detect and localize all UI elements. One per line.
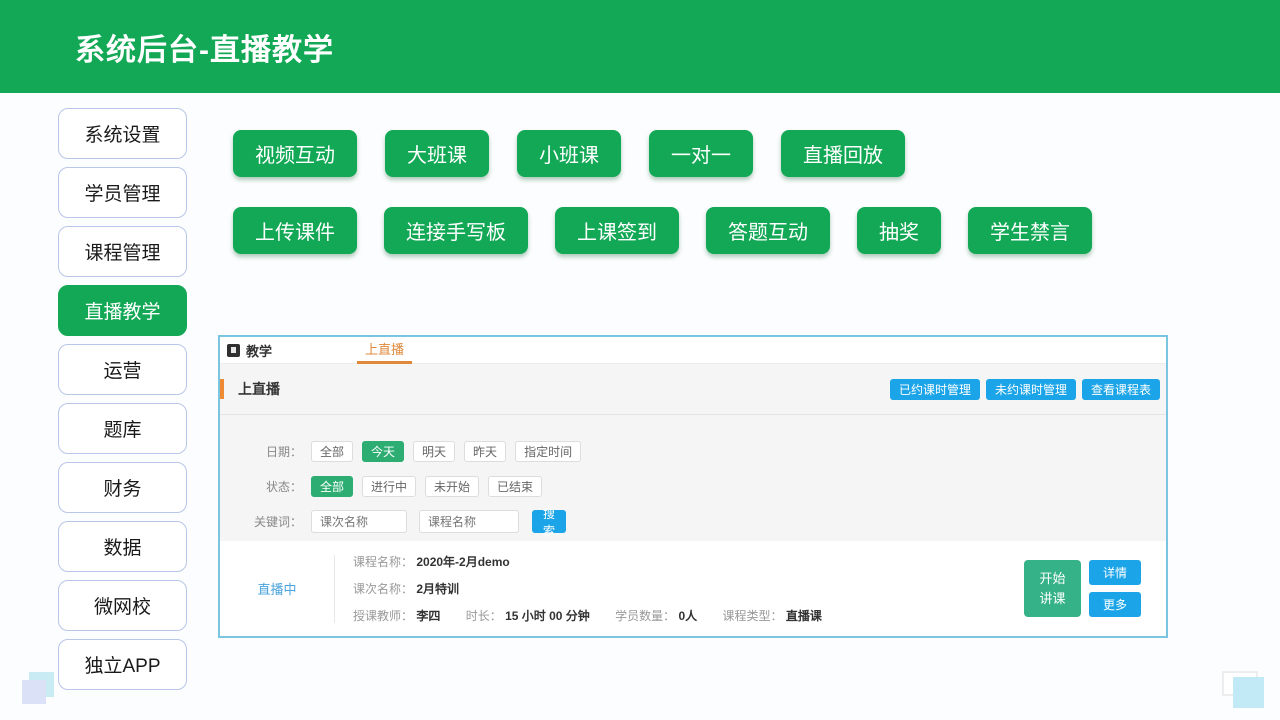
status-filter-row: 状态： 全部 进行中 未开始 已结束 [242,475,1166,498]
sidebar-item-system-settings[interactable]: 系统设置 [58,108,187,159]
course-name-value: 2020年-2月demo [416,555,509,569]
live-session-row: 直播中 课程名称： 2020年-2月demo 课次名称： 2月特训 授课教师： … [220,541,1166,636]
teacher-value: 李四 [416,609,440,623]
date-filter-row: 日期： 全部 今天 明天 昨天 指定时间 [242,440,1166,463]
sidebar-item-course-management[interactable]: 课程管理 [58,226,187,277]
course-type-value: 直播课 [786,609,822,623]
feature-lottery-button[interactable]: 抽奖 [857,207,941,254]
feature-connect-tablet-button[interactable]: 连接手写板 [384,207,528,254]
status-option-all[interactable]: 全部 [311,476,353,497]
session-actions: 开始 讲课 详情 更多 [1024,560,1141,617]
teacher-label: 授课教师： [353,609,413,623]
feature-row-1: 视频互动 大班课 小班课 一对一 直播回放 [233,130,905,177]
status-option-in-progress[interactable]: 进行中 [362,476,416,497]
section-title: 上直播 [238,379,280,399]
date-option-yesterday[interactable]: 昨天 [464,441,506,462]
panel-section-header: 上直播 已约课时管理 未约课时管理 查看课程表 [220,364,1166,415]
course-name-label: 课程名称： [353,555,413,569]
sidebar-item-operations[interactable]: 运营 [58,344,187,395]
date-option-custom-time[interactable]: 指定时间 [515,441,581,462]
feature-one-on-one-button[interactable]: 一对一 [649,130,753,177]
secondary-actions: 详情 更多 [1089,560,1141,617]
session-meta-line: 授课教师： 李四 时长： 15 小时 00 分钟 学员数量： 0人 课程类型： … [353,609,1024,623]
course-name-line: 课程名称： 2020年-2月demo [353,555,1024,569]
sidebar-item-finance[interactable]: 财务 [58,462,187,513]
tab-go-live[interactable]: 上直播 [357,337,412,364]
course-type-label: 课程类型： [723,609,783,623]
decor-square-purple-left [22,680,46,704]
section-accent-bar [220,379,224,399]
clipboard-icon [227,344,240,357]
feature-row-2: 上传课件 连接手写板 上课签到 答题互动 抽奖 学生禁言 [233,207,1092,254]
page-header: 系统后台-直播教学 [0,0,1280,93]
sidebar-item-question-bank[interactable]: 题库 [58,403,187,454]
lesson-name-value: 2月特训 [416,582,459,596]
course-name-input[interactable] [419,510,519,533]
page-title: 系统后台-直播教学 [75,0,334,93]
booked-lessons-button[interactable]: 已约课时管理 [890,379,980,400]
sidebar: 系统设置 学员管理 课程管理 直播教学 运营 题库 财务 数据 微网校 独立AP… [58,108,187,698]
student-count-label: 学员数量： [615,609,675,623]
feature-small-class-button[interactable]: 小班课 [517,130,621,177]
lesson-name-input[interactable] [311,510,407,533]
date-option-all[interactable]: 全部 [311,441,353,462]
keyword-filter-row: 关键词： 搜索 [242,510,1166,533]
row-divider [334,555,335,623]
search-button[interactable]: 搜索 [532,510,566,533]
section-actions: 已约课时管理 未约课时管理 查看课程表 [890,379,1160,400]
date-option-today[interactable]: 今天 [362,441,404,462]
feature-live-replay-button[interactable]: 直播回放 [781,130,905,177]
feature-upload-courseware-button[interactable]: 上传课件 [233,207,357,254]
status-option-not-started[interactable]: 未开始 [425,476,479,497]
date-filter-label: 日期： [242,443,302,460]
feature-large-class-button[interactable]: 大班课 [385,130,489,177]
keyword-filter-label: 关键词： [242,513,302,530]
feature-quiz-interaction-button[interactable]: 答题互动 [706,207,830,254]
duration-label: 时长： [466,609,502,623]
start-teaching-line1: 开始 [1039,569,1065,589]
sidebar-item-micro-school[interactable]: 微网校 [58,580,187,631]
more-button[interactable]: 更多 [1089,592,1141,617]
sidebar-item-independent-app[interactable]: 独立APP [58,639,187,690]
duration-value: 15 小时 00 分钟 [505,609,590,623]
panel-topbar: 教学 上直播 [220,337,1166,364]
date-option-tomorrow[interactable]: 明天 [413,441,455,462]
feature-class-signin-button[interactable]: 上课签到 [555,207,679,254]
feature-video-interaction-button[interactable]: 视频互动 [233,130,357,177]
lesson-name-line: 课次名称： 2月特训 [353,582,1024,596]
decor-square-cyan-right [1233,677,1264,708]
sidebar-item-live-teaching[interactable]: 直播教学 [58,285,187,336]
sidebar-item-data[interactable]: 数据 [58,521,187,572]
teacher-group: 授课教师： 李四 [353,609,444,623]
status-filter-label: 状态： [242,478,302,495]
view-timetable-button[interactable]: 查看课程表 [1082,379,1160,400]
status-option-ended[interactable]: 已结束 [488,476,542,497]
start-teaching-line2: 讲课 [1039,589,1065,609]
duration-group: 时长： 15 小时 00 分钟 [466,609,593,623]
filters: 日期： 全部 今天 明天 昨天 指定时间 状态： 全部 进行中 未开始 已结束 … [220,415,1166,533]
page: 系统后台-直播教学 系统设置 学员管理 课程管理 直播教学 运营 题库 财务 数… [0,0,1280,720]
sidebar-item-student-management[interactable]: 学员管理 [58,167,187,218]
feature-student-mute-button[interactable]: 学生禁言 [968,207,1092,254]
unbooked-lessons-button[interactable]: 未约课时管理 [986,379,1076,400]
panel-brand-label: 教学 [246,341,272,360]
lesson-name-label: 课次名称： [353,582,413,596]
live-admin-panel: 教学 上直播 上直播 已约课时管理 未约课时管理 查看课程表 日期： 全部 今天… [218,335,1168,638]
live-status-badge: 直播中 [220,579,334,598]
details-button[interactable]: 详情 [1089,560,1141,585]
start-teaching-button[interactable]: 开始 讲课 [1024,560,1081,617]
session-details: 课程名称： 2020年-2月demo 课次名称： 2月特训 授课教师： 李四 时… [353,555,1024,623]
student-count-value: 0人 [678,609,697,623]
course-type-group: 课程类型： 直播课 [723,609,822,623]
student-count-group: 学员数量： 0人 [615,609,700,623]
